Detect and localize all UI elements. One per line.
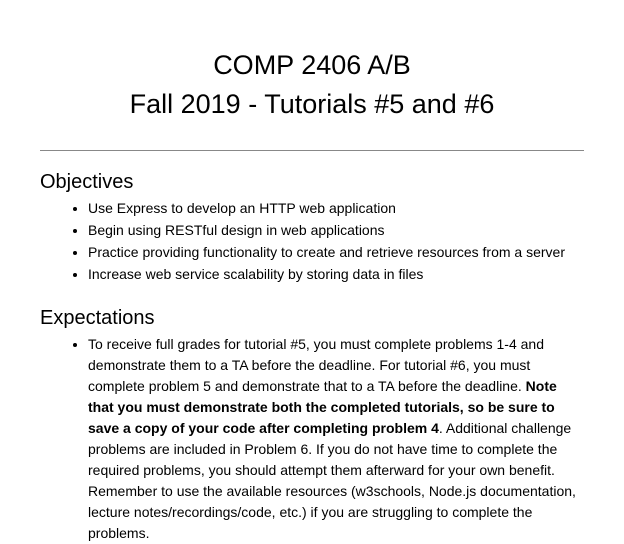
list-item: Use Express to develop an HTTP web appli… [88, 198, 584, 219]
objectives-section: Objectives Use Express to develop an HTT… [40, 171, 584, 285]
document-subtitle: Fall 2019 - Tutorials #5 and #6 [40, 89, 584, 120]
expectations-list: To receive full grades for tutorial #5, … [40, 334, 584, 544]
list-item: To receive full grades for tutorial #5, … [88, 334, 584, 544]
expectations-section: Expectations To receive full grades for … [40, 307, 584, 544]
expectations-text-post: . Additional challenge problems are incl… [88, 420, 576, 541]
list-item: Practice providing functionality to crea… [88, 242, 584, 263]
document-title-block: COMP 2406 A/B Fall 2019 - Tutorials #5 a… [40, 50, 584, 120]
expectations-heading: Expectations [40, 307, 584, 330]
objectives-heading: Objectives [40, 171, 584, 194]
expectations-text-pre: To receive full grades for tutorial #5, … [88, 336, 544, 394]
list-item: Increase web service scalability by stor… [88, 264, 584, 285]
objectives-list: Use Express to develop an HTTP web appli… [40, 198, 584, 285]
course-code: COMP 2406 A/B [40, 50, 584, 81]
list-item: Begin using RESTful design in web applic… [88, 220, 584, 241]
horizontal-divider [40, 150, 584, 151]
